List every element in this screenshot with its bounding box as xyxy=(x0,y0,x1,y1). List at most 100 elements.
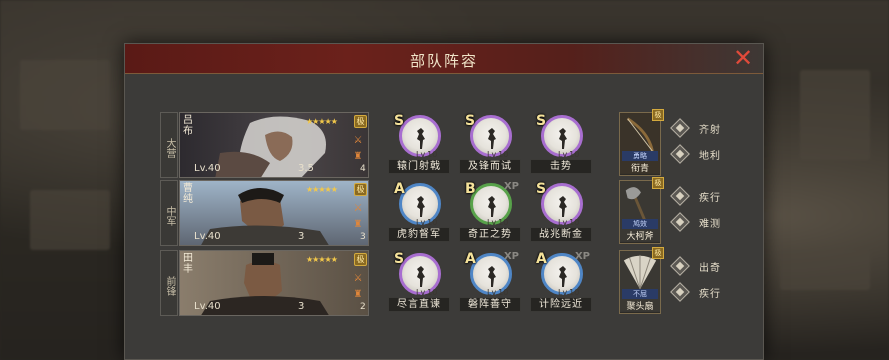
skill-xp: XP xyxy=(503,251,519,262)
warrior-icon xyxy=(417,196,425,217)
skill-icon: Lv.10 xyxy=(399,115,441,159)
skill-level: Lv.10 xyxy=(487,150,509,159)
skill-name: 磐阵善守 xyxy=(459,297,521,312)
skill-level: Lv.10 xyxy=(558,150,580,159)
skill-icon: Lv.10 xyxy=(541,183,583,227)
warrior-icon xyxy=(488,266,496,287)
general-card-2[interactable]: 曹纯 ★★★★★ 极 ⚔ ♜ Lv.40 3 3 xyxy=(179,180,369,246)
close-button[interactable]: ✕ xyxy=(731,44,755,72)
skill-grade: S xyxy=(465,113,476,129)
lineup-row-1: 大营 吕布 ★★★★★ 极 ⚔ ♜ Lv.40 3.5 4 Lv.10 S 辕门… xyxy=(160,109,732,178)
warrior-icon xyxy=(559,196,567,217)
trait-item[interactable]: 疾行 xyxy=(670,186,731,212)
skill-name: 虎豹督军 xyxy=(388,227,450,242)
general-card-1[interactable]: 吕布 ★★★★★ 极 ⚔ ♜ Lv.40 3.5 4 xyxy=(179,112,369,178)
trait-name: 疾行 xyxy=(699,289,721,300)
trait-item[interactable]: 齐射 xyxy=(670,118,731,144)
item-card[interactable]: 鸠效 大柯斧 xyxy=(619,180,661,244)
skill-name: 辕门射戟 xyxy=(388,159,450,174)
general-level: Lv.40 xyxy=(194,301,221,312)
background-panel xyxy=(20,60,110,130)
skill-name: 击势 xyxy=(530,159,592,174)
skill-grade: S xyxy=(394,113,405,129)
skill-slot[interactable]: Lv.10 S 辕门射戟 xyxy=(388,113,450,177)
star-rating: ★★★★★ xyxy=(306,117,338,126)
skill-icon: Lv.10 xyxy=(470,115,512,159)
skill-slot[interactable]: Lv.10 S 战兆断金 xyxy=(530,181,592,245)
warrior-icon xyxy=(559,266,567,287)
item-card[interactable]: 勇略 衔青 xyxy=(619,112,661,176)
trait-icon xyxy=(670,144,690,164)
skill-slot[interactable]: Lv.10 S 尽言直谏 xyxy=(388,251,450,315)
trait-name: 难测 xyxy=(699,219,721,230)
warrior-icon xyxy=(417,266,425,287)
bow-icon: ⚔ xyxy=(353,135,363,146)
close-icon: ✕ xyxy=(732,44,754,72)
skill-slot[interactable]: Lv.10 S 击势 xyxy=(530,113,592,177)
star-rating: ★★★★★ xyxy=(306,185,338,194)
warrior-icon xyxy=(488,196,496,217)
position-label: 中军 xyxy=(160,180,178,246)
item-rank-badge: 极 xyxy=(652,177,664,189)
item-grade: 不屈 xyxy=(622,289,658,299)
general-count: 4 xyxy=(360,164,366,174)
item-card[interactable]: 不屈 聚头扇 xyxy=(619,250,661,314)
rank-badge: 极 xyxy=(354,115,367,128)
skill-icon: Lv.10 xyxy=(399,183,441,227)
lineup-row-3: 前锋 田丰 ★★★★★ 极 ⚔ ♜ Lv.40 3 2 Lv.10 S 尽言直谏… xyxy=(160,247,732,316)
skill-slot[interactable]: Lv.10 A XP 计险远近 xyxy=(530,251,592,315)
skill-grade: B xyxy=(465,181,476,197)
sword-icon: ⚔ xyxy=(353,203,363,214)
skill-name: 计险远近 xyxy=(530,297,592,312)
skill-level: Lv.10 xyxy=(416,218,438,227)
item-name: 大柯斧 xyxy=(626,232,654,242)
skill-slot[interactable]: Lv.10 A 虎豹督军 xyxy=(388,181,450,245)
skill-xp: XP xyxy=(503,181,519,192)
general-cost: 3.5 xyxy=(298,163,314,174)
trait-icon xyxy=(670,186,690,206)
trait-item[interactable]: 出奇 xyxy=(670,256,731,282)
item-rank-badge: 极 xyxy=(652,247,664,259)
trait-list: 出奇 疾行 xyxy=(670,256,731,308)
rank-badge: 极 xyxy=(354,183,367,196)
rank-badge: 极 xyxy=(354,253,367,266)
general-card-3[interactable]: 田丰 ★★★★★ 极 ⚔ ♜ Lv.40 3 2 xyxy=(179,250,369,316)
general-name: 吕布 xyxy=(183,115,193,137)
skill-grade: A xyxy=(465,251,476,267)
skill-grade: S xyxy=(394,251,405,267)
troop-icon: ♜ xyxy=(353,289,363,300)
general-name: 曹纯 xyxy=(183,183,193,205)
skill-level: Lv.10 xyxy=(416,288,438,297)
item-grade: 鸠效 xyxy=(622,219,658,229)
general-count: 2 xyxy=(360,302,366,312)
item-grade: 勇略 xyxy=(622,151,658,161)
trait-name: 地利 xyxy=(699,151,721,162)
skill-slot[interactable]: Lv.10 B XP 奇正之势 xyxy=(459,181,521,245)
trait-icon xyxy=(670,256,690,276)
warrior-icon xyxy=(559,128,567,149)
background-panel xyxy=(30,190,110,250)
trait-list: 齐射 地利 xyxy=(670,118,731,170)
strategy-icon: ⚔ xyxy=(353,273,363,284)
background-panel xyxy=(780,250,870,290)
trait-item[interactable]: 难测 xyxy=(670,212,731,238)
skill-slot[interactable]: Lv.10 A XP 磐阵善守 xyxy=(459,251,521,315)
troop-icon: ♜ xyxy=(353,219,363,230)
skill-slot[interactable]: Lv.10 S 及锋而试 xyxy=(459,113,521,177)
trait-item[interactable]: 疾行 xyxy=(670,282,731,308)
trait-list: 疾行 难测 xyxy=(670,186,731,238)
trait-icon xyxy=(670,212,690,232)
trait-name: 齐射 xyxy=(699,125,721,136)
trait-item[interactable]: 地利 xyxy=(670,144,731,170)
item-rank-badge: 极 xyxy=(652,109,664,121)
skill-level: Lv.10 xyxy=(487,288,509,297)
skill-name: 及锋而试 xyxy=(459,159,521,174)
lineup-row-2: 中军 曹纯 ★★★★★ 极 ⚔ ♜ Lv.40 3 3 Lv.10 A 虎豹督军… xyxy=(160,177,732,246)
skill-icon: Lv.10 xyxy=(541,115,583,159)
general-cost: 3 xyxy=(298,301,305,312)
skill-level: Lv.10 xyxy=(558,288,580,297)
trait-name: 出奇 xyxy=(699,263,721,274)
general-count: 3 xyxy=(360,232,366,242)
skill-icon: Lv.10 xyxy=(399,253,441,297)
trait-icon xyxy=(670,118,690,138)
